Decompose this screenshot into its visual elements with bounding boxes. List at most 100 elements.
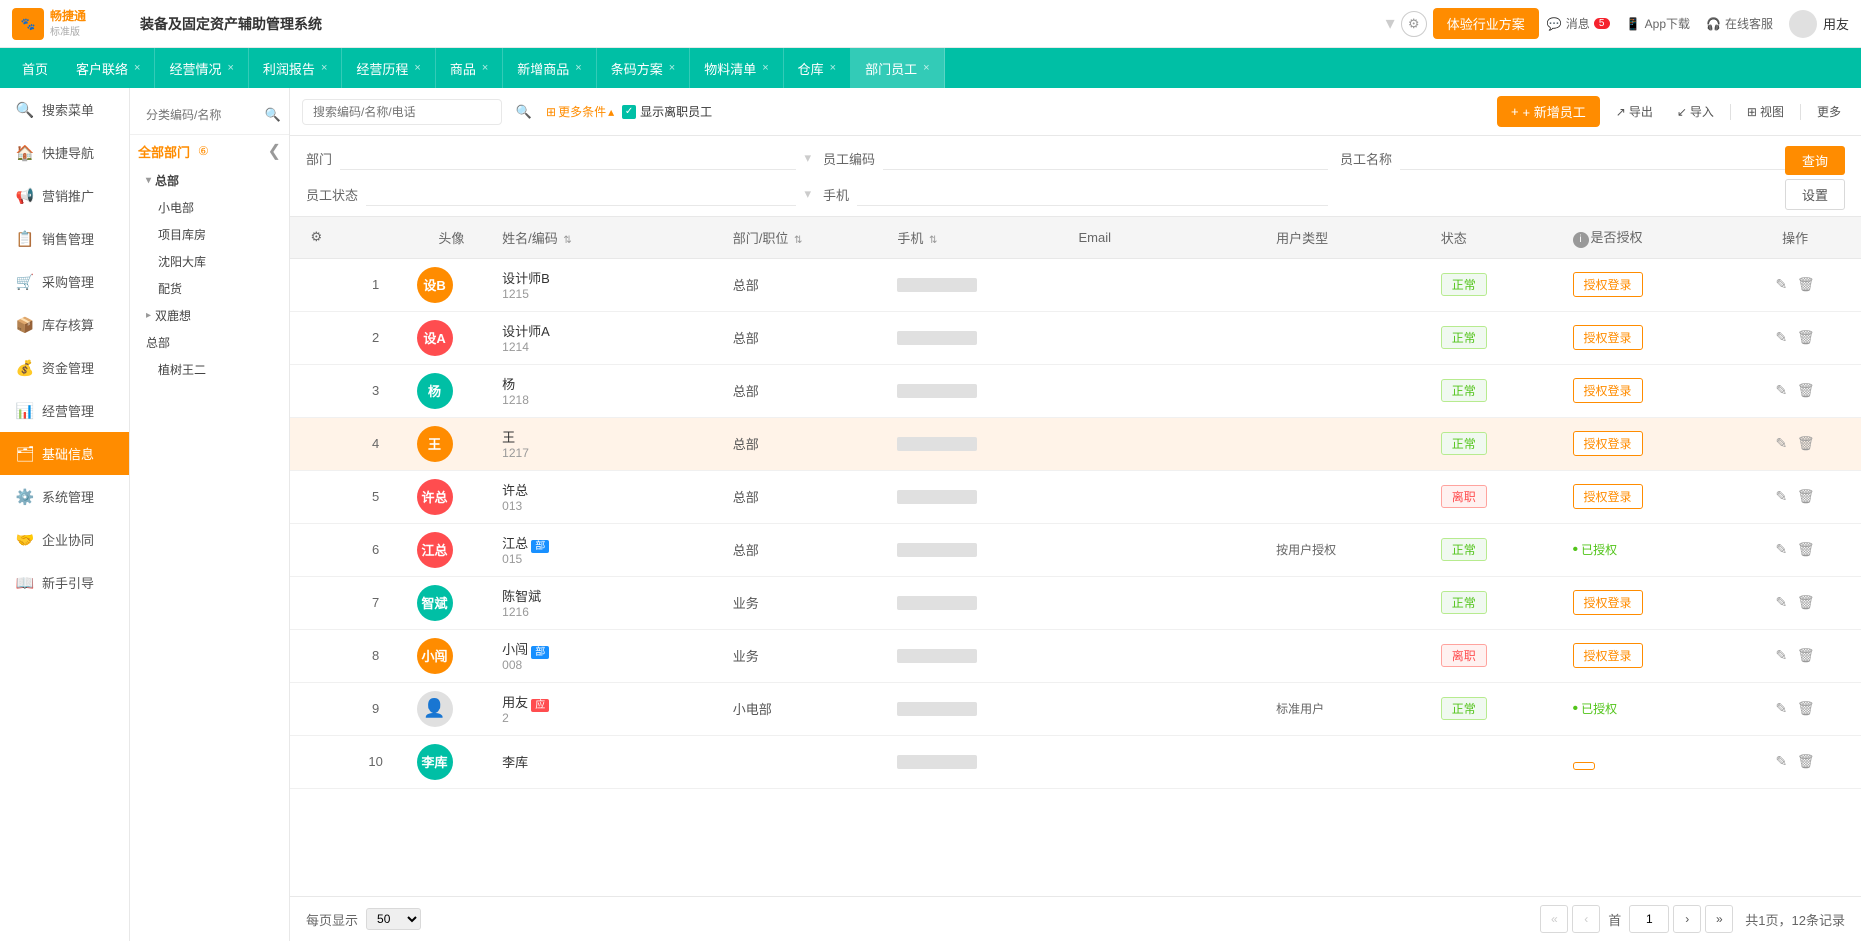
reset-button[interactable]: 设置	[1785, 179, 1845, 210]
page-number-input[interactable]	[1629, 905, 1669, 933]
message-btn[interactable]: 💬 消息 5	[1547, 15, 1610, 32]
tab-history[interactable]: 经营历程 ×	[342, 48, 435, 88]
edit-icon[interactable]: ✎	[1773, 380, 1791, 400]
edit-icon[interactable]: ✎	[1773, 751, 1791, 771]
tab-home[interactable]: 首页	[8, 48, 62, 88]
more-button[interactable]: 更多	[1809, 99, 1849, 124]
user-area[interactable]: 用友	[1789, 10, 1849, 38]
emp-code-input[interactable]	[883, 146, 1328, 170]
view-button[interactable]: ⊞ 视图	[1739, 99, 1792, 124]
tab-warehouse[interactable]: 仓库 ×	[784, 48, 851, 88]
dept-node-sydl[interactable]: 沈阳大库	[138, 248, 289, 275]
sidebar-item-ops[interactable]: 📊 经营管理	[0, 389, 129, 432]
search-input[interactable]	[302, 99, 502, 125]
dept-search-icon[interactable]: 🔍	[265, 107, 281, 123]
edit-icon[interactable]: ✎	[1773, 698, 1791, 718]
online-service-btn[interactable]: 🎧 在线客服	[1706, 15, 1773, 32]
search-button[interactable]: 🔍	[510, 98, 538, 126]
phone-input[interactable]	[857, 182, 1328, 206]
edit-icon[interactable]: ✎	[1773, 539, 1791, 559]
auth-button[interactable]	[1573, 762, 1595, 770]
dept-node-zswe[interactable]: 植树王二	[138, 356, 289, 383]
tab-close-icon[interactable]: ×	[414, 62, 420, 74]
first-page-btn[interactable]: «	[1540, 905, 1568, 933]
tab-close-icon[interactable]: ×	[923, 62, 929, 74]
delete-icon[interactable]: 🗑	[1794, 274, 1818, 294]
edit-icon[interactable]: ✎	[1773, 645, 1791, 665]
tab-close-icon[interactable]: ×	[321, 62, 327, 74]
query-button[interactable]: 查询	[1785, 146, 1845, 175]
col-settings[interactable]: ⚙	[290, 217, 343, 258]
edit-icon[interactable]: ✎	[1773, 274, 1791, 294]
dept-node-slx[interactable]: ▸ 双鹿想	[138, 302, 289, 329]
tab-employees[interactable]: 部门员工 ×	[851, 48, 944, 88]
delete-icon[interactable]: 🗑	[1794, 380, 1818, 400]
app-download-btn[interactable]: 📱 App下载	[1626, 15, 1690, 32]
sidebar-item-sales[interactable]: 📋 销售管理	[0, 217, 129, 260]
dept-select[interactable]	[340, 146, 796, 170]
dept-node-ph[interactable]: 配货	[138, 275, 289, 302]
sidebar-item-quicknav[interactable]: 🏠 快捷导航	[0, 131, 129, 174]
edit-icon[interactable]: ✎	[1773, 327, 1791, 347]
col-header-name[interactable]: 姓名/编码 ⇅	[494, 217, 725, 258]
dept-node-hq[interactable]: ▾ 总部	[138, 167, 289, 194]
auth-button[interactable]: 授权登录	[1573, 272, 1643, 297]
tab-profit[interactable]: 利润报告 ×	[249, 48, 342, 88]
delete-icon[interactable]: 🗑	[1794, 698, 1818, 718]
col-header-dept[interactable]: 部门/职位 ⇅	[725, 217, 890, 258]
auth-button[interactable]: 授权登录	[1573, 484, 1643, 509]
emp-name-input[interactable]	[1400, 146, 1845, 170]
dept-node-xdb[interactable]: 小电部	[138, 194, 289, 221]
auth-button[interactable]: 授权登录	[1573, 378, 1643, 403]
sidebar-item-guide[interactable]: 📖 新手引导	[0, 561, 129, 604]
more-filters-btn[interactable]: ⊞ 更多条件 ▴	[546, 103, 614, 120]
tab-close-icon[interactable]: ×	[762, 62, 768, 74]
auth-button[interactable]: 授权登录	[1573, 431, 1643, 456]
status-select[interactable]	[366, 182, 796, 206]
dept-header[interactable]: 全部部门 ⑥ ❮	[130, 135, 289, 167]
delete-icon[interactable]: 🗑	[1794, 645, 1818, 665]
auth-button[interactable]: 授权登录	[1573, 325, 1643, 350]
dept-node-zb2[interactable]: 总部	[138, 329, 289, 356]
delete-icon[interactable]: 🗑	[1794, 327, 1818, 347]
sidebar-item-inventory[interactable]: 📦 库存核算	[0, 303, 129, 346]
next-page-btn[interactable]: ›	[1673, 905, 1701, 933]
edit-icon[interactable]: ✎	[1773, 486, 1791, 506]
sidebar-item-basic[interactable]: 🗂 基础信息	[0, 432, 129, 475]
delete-icon[interactable]: 🗑	[1794, 486, 1818, 506]
auth-button[interactable]: 授权登录	[1573, 643, 1643, 668]
auth-button[interactable]: 授权登录	[1573, 590, 1643, 615]
delete-icon[interactable]: 🗑	[1794, 751, 1818, 771]
tab-customer[interactable]: 客户联络 ×	[62, 48, 155, 88]
chevron-down-icon[interactable]: ▾	[1386, 13, 1395, 34]
edit-icon[interactable]: ✎	[1773, 433, 1791, 453]
dept-search-input[interactable]	[138, 102, 261, 128]
tab-close-icon[interactable]: ×	[227, 62, 233, 74]
tab-add-goods[interactable]: 新增商品 ×	[503, 48, 596, 88]
tab-close-icon[interactable]: ×	[575, 62, 581, 74]
sidebar-item-system[interactable]: ⚙️ 系统管理	[0, 475, 129, 518]
tab-close-icon[interactable]: ×	[134, 62, 140, 74]
sidebar-item-purchase[interactable]: 🛒 采购管理	[0, 260, 129, 303]
tab-close-icon[interactable]: ×	[482, 62, 488, 74]
sidebar-item-corp[interactable]: 🤝 企业协同	[0, 518, 129, 561]
settings-icon[interactable]: ⚙	[1401, 11, 1427, 37]
last-page-btn[interactable]: »	[1705, 905, 1733, 933]
import-button[interactable]: ↙ 导入	[1669, 99, 1722, 124]
delete-icon[interactable]: 🗑	[1794, 539, 1818, 559]
sidebar-item-finance[interactable]: 💰 资金管理	[0, 346, 129, 389]
dept-node-xmkf[interactable]: 项目库房	[138, 221, 289, 248]
tab-close-icon[interactable]: ×	[830, 62, 836, 74]
col-header-phone[interactable]: 手机 ⇅	[889, 217, 1070, 258]
tab-close-icon[interactable]: ×	[669, 62, 675, 74]
page-size-select[interactable]: 50 100	[366, 908, 421, 930]
sidebar-item-search[interactable]: 🔍 搜索菜单	[0, 88, 129, 131]
tab-operations[interactable]: 经营情况 ×	[155, 48, 248, 88]
experience-button[interactable]: 体验行业方案	[1433, 8, 1539, 39]
prev-page-btn[interactable]: ‹	[1572, 905, 1600, 933]
add-employee-button[interactable]: + + 新增员工	[1497, 96, 1600, 127]
delete-icon[interactable]: 🗑	[1794, 592, 1818, 612]
collapse-btn[interactable]: ❮	[268, 141, 281, 161]
tab-barcode[interactable]: 条码方案 ×	[597, 48, 690, 88]
show-resigned-toggle[interactable]: ✓ 显示离职员工	[622, 103, 712, 120]
